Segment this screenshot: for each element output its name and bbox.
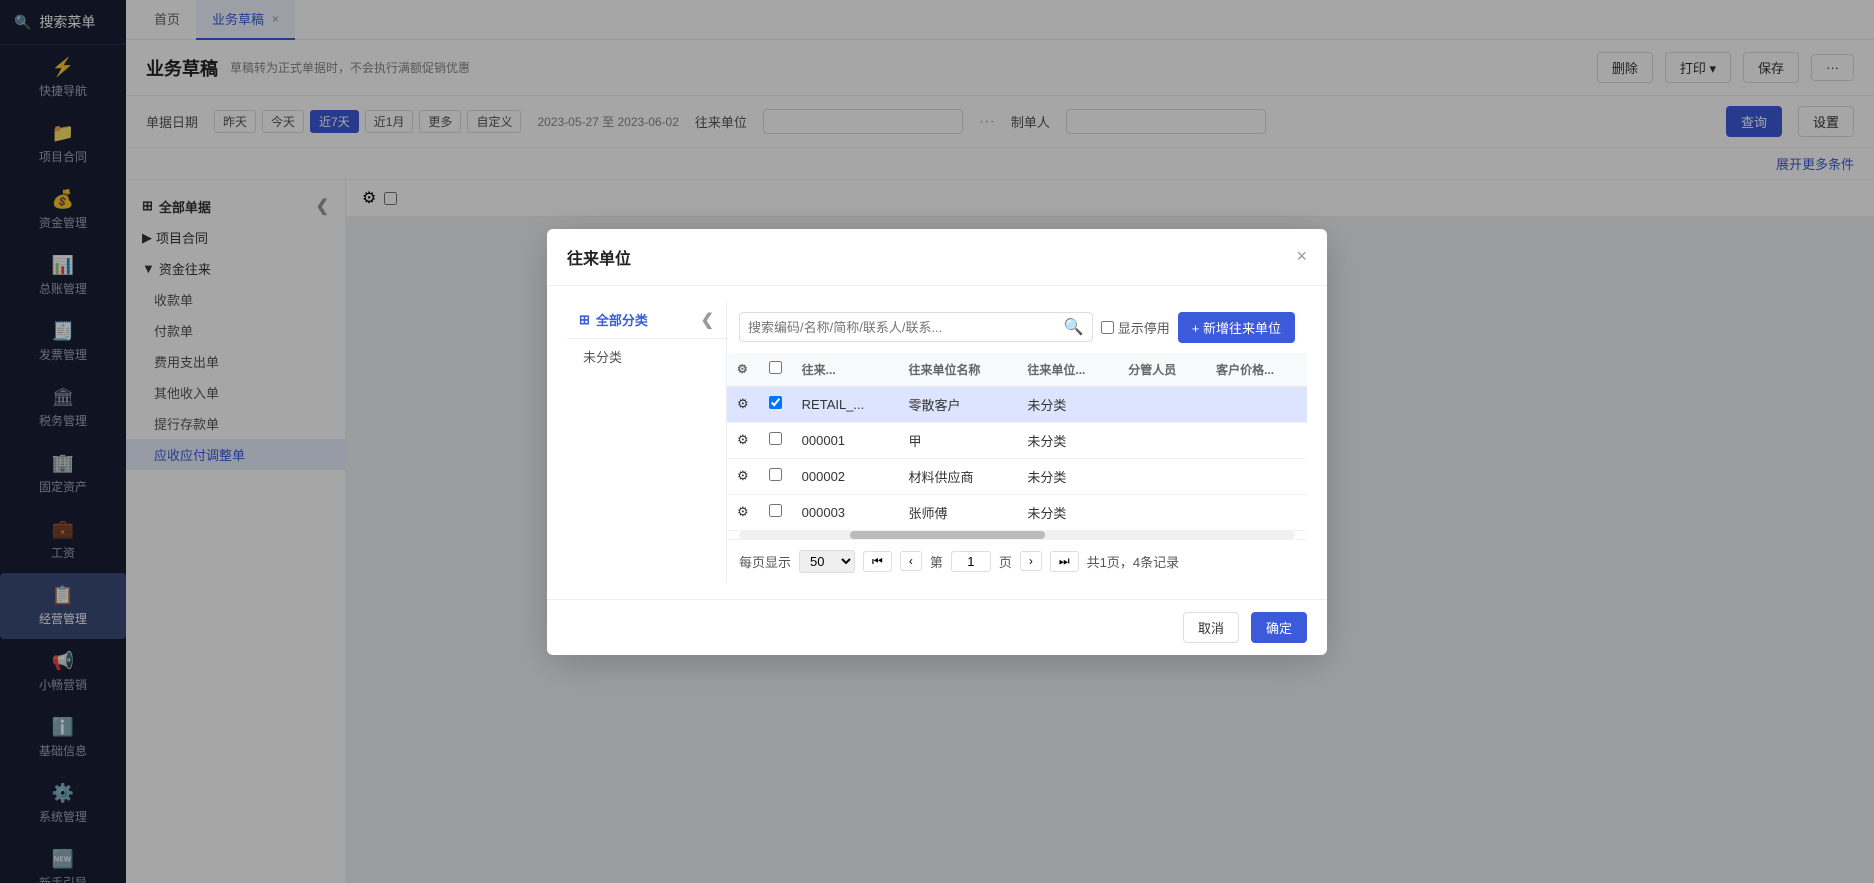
row-code: 000002 [792,458,899,494]
table-row[interactable]: ⚙ 000003 张师傅 未分类 [727,494,1307,530]
row-settings: ⚙ [727,422,759,458]
col-settings: ⚙ [727,353,759,387]
collapse-dialog-left-btn[interactable]: ❮ [701,310,714,330]
dialog-table: ⚙ 往来... 往来单位名称 往来单位... 分管人员 客户价格... ⚙ RE… [727,353,1307,531]
col-price: 客户价格... [1206,353,1307,387]
gear-icon-3[interactable]: ⚙ [737,362,748,376]
per-page-select[interactable]: 50 100 [799,550,855,573]
grid-icon-2: ⊞ [579,312,590,328]
dialog-scrollbar-thumb [850,531,1045,539]
show-disabled-toggle: 显示停用 [1101,318,1170,337]
row-category: 未分类 [1017,422,1118,458]
row-code: 000003 [792,494,899,530]
per-page-label: 每页显示 [739,552,791,571]
dialog-pagination: 每页显示 50 100 ⏮ ‹ 第 页 › ⏭ 共1页，4条记录 [727,539,1307,583]
dialog-body: ⊞ 全部分类 ❮ 未分类 🔍 显示停用 [547,286,1327,599]
partner-dialog: 往来单位 × ⊞ 全部分类 ❮ 未分类 🔍 [547,229,1327,655]
page-word: 第 [930,552,943,571]
dialog-search-box: 🔍 [739,312,1093,342]
last-page-btn[interactable]: ⏭ [1050,551,1079,572]
dialog-scrollbar[interactable] [739,531,1295,539]
first-page-btn[interactable]: ⏮ [863,551,892,572]
row-name: 张师傅 [898,494,1017,530]
row-price [1206,458,1307,494]
confirm-button[interactable]: 确定 [1251,612,1307,643]
dialog-table-wrap: ⚙ 往来... 往来单位名称 往来单位... 分管人员 客户价格... ⚙ RE… [727,353,1307,531]
table-row[interactable]: ⚙ RETAIL_... 零散客户 未分类 [727,386,1307,422]
dialog-left-panel: ⊞ 全部分类 ❮ 未分类 [567,302,727,583]
col-manager: 分管人员 [1118,353,1206,387]
row-name: 材料供应商 [898,458,1017,494]
row-checkbox[interactable] [759,422,792,458]
prev-page-btn[interactable]: ‹ [900,551,922,571]
row-settings: ⚙ [727,494,759,530]
dialog-content: ⊞ 全部分类 ❮ 未分类 🔍 显示停用 [567,302,1307,583]
row-name: 甲 [898,422,1017,458]
add-partner-button[interactable]: + 新增往来单位 [1178,312,1295,343]
row-name: 零散客户 [898,386,1017,422]
row-code: RETAIL_... [792,386,899,422]
table-row[interactable]: ⚙ 000001 甲 未分类 [727,422,1307,458]
row-price [1206,386,1307,422]
dialog-select-all[interactable] [769,361,782,374]
row-manager [1118,458,1206,494]
row-manager [1118,422,1206,458]
dialog-footer: 取消 确定 [547,599,1327,655]
search-icon-2: 🔍 [1064,317,1084,337]
row-settings: ⚙ [727,458,759,494]
next-page-btn[interactable]: › [1020,551,1042,571]
dialog-right-toolbar: 🔍 显示停用 + 新增往来单位 [727,302,1307,353]
page-label: 页 [999,552,1012,571]
col-select [759,353,792,387]
dialog-close-button[interactable]: × [1296,246,1307,267]
row-category: 未分类 [1017,458,1118,494]
row-manager [1118,386,1206,422]
row-category: 未分类 [1017,494,1118,530]
row-price [1206,422,1307,458]
dialog-left-header: ⊞ 全部分类 ❮ [567,302,726,339]
dialog-search-input[interactable] [748,320,1058,335]
row-checkbox[interactable] [759,458,792,494]
page-number-input[interactable] [951,551,991,572]
row-manager [1118,494,1206,530]
table-row[interactable]: ⚙ 000002 材料供应商 未分类 [727,458,1307,494]
show-disabled-checkbox[interactable] [1101,321,1114,334]
col-code: 往来... [792,353,899,387]
total-label: 共1页，4条记录 [1087,552,1179,571]
dialog-header: 往来单位 × [547,229,1327,286]
row-price [1206,494,1307,530]
col-category: 往来单位... [1017,353,1118,387]
row-category: 未分类 [1017,386,1118,422]
dialog-title: 往来单位 [567,245,631,269]
row-settings: ⚙ [727,386,759,422]
cancel-button[interactable]: 取消 [1183,612,1239,643]
row-checkbox[interactable] [759,494,792,530]
row-code: 000001 [792,422,899,458]
row-checkbox[interactable] [759,386,792,422]
dialog-right-panel: 🔍 显示停用 + 新增往来单位 ⚙ [727,302,1307,583]
dialog-category-unclassified[interactable]: 未分类 [567,339,726,374]
col-name: 往来单位名称 [898,353,1017,387]
